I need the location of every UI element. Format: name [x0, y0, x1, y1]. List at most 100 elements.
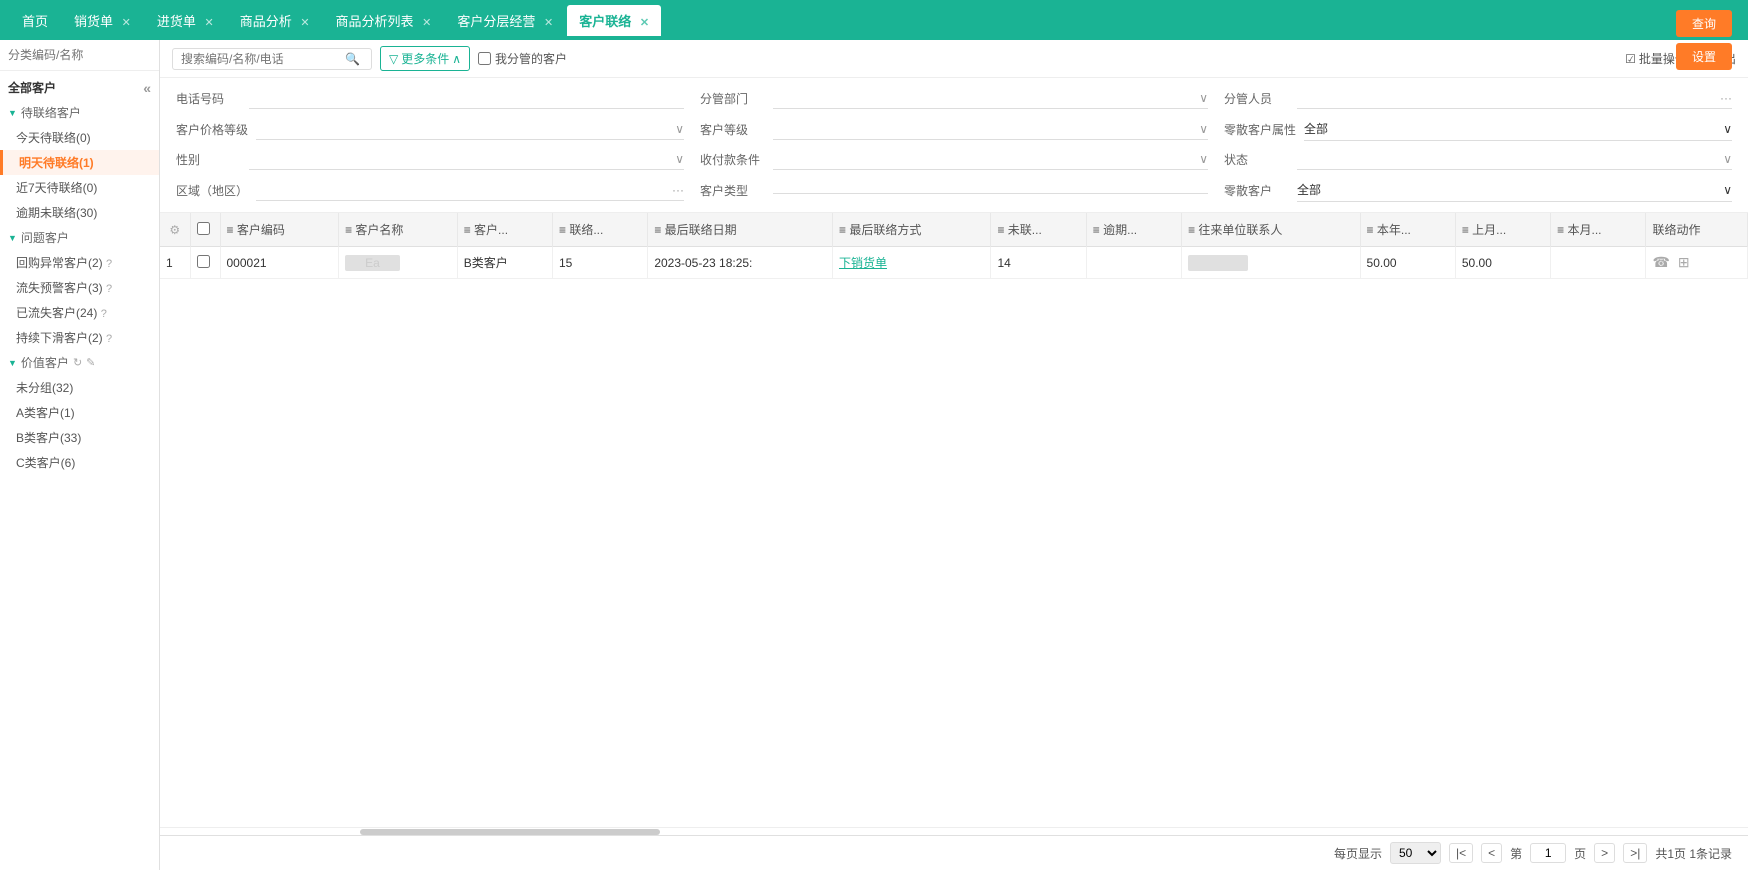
- group-pending-contact[interactable]: 待联络客户: [0, 100, 159, 125]
- sidebar-item-overdue-contact[interactable]: 逾期未联络(30): [0, 200, 159, 225]
- close-icon[interactable]: ✕: [300, 17, 309, 29]
- row-checkbox[interactable]: [197, 255, 210, 268]
- nav-home[interactable]: 首页: [10, 5, 60, 36]
- th-last-contact-date[interactable]: ≡ 最后联络日期: [648, 213, 833, 247]
- page-size-select[interactable]: 50 100 200: [1390, 842, 1441, 864]
- th-checkbox: [190, 213, 220, 247]
- customer-type-select[interactable]: [773, 187, 1208, 194]
- sidebar-collapse-icon[interactable]: «: [143, 80, 151, 96]
- action-phone-icon[interactable]: ☎: [1652, 254, 1669, 271]
- retail-customer-select[interactable]: 全部 ∨: [1297, 178, 1732, 202]
- contact-person-blurred: [1188, 255, 1248, 271]
- sidebar-item-churned[interactable]: 已流失客户(24) ?: [0, 300, 159, 325]
- th-this-month[interactable]: ≡ 本月...: [1551, 213, 1646, 247]
- prev-page-btn[interactable]: <: [1481, 843, 1502, 863]
- close-icon[interactable]: ✕: [122, 17, 131, 29]
- table-footer: 每页显示 50 100 200 |< < 第 页 > >| 共1页 1条记录: [160, 835, 1748, 870]
- th-last-contact-method[interactable]: ≡ 最后联络方式: [832, 213, 990, 247]
- customer-level-select[interactable]: ∨: [773, 119, 1208, 140]
- price-level-select[interactable]: ∨: [256, 119, 684, 140]
- sidebar: 🔍 全部客户 « 待联络客户 今天待联络(0) 明天待联络(1) 近7天待联络(…: [0, 40, 160, 870]
- per-page-label: 每页显示: [1334, 845, 1382, 862]
- customer-name-blurred: Ea: [345, 255, 400, 271]
- page-label: 第: [1510, 845, 1522, 862]
- status-select[interactable]: ∨: [1297, 149, 1732, 170]
- nav-customer-contact[interactable]: 客户联络 ✕: [567, 5, 661, 36]
- close-icon[interactable]: ✕: [640, 17, 649, 29]
- td-code: 000021: [220, 247, 339, 279]
- th-this-year[interactable]: ≡ 本年...: [1360, 213, 1455, 247]
- nav-customer-segmentation[interactable]: 客户分层经营 ✕: [445, 5, 565, 36]
- td-name: Ea: [339, 247, 458, 279]
- sidebar-item-class-b[interactable]: B类客户(33): [0, 425, 159, 450]
- th-action: 联络动作: [1646, 213, 1748, 247]
- settings-button[interactable]: 设置: [1676, 43, 1732, 70]
- sidebar-search-area: 🔍: [0, 40, 159, 71]
- td-this-year: 50.00: [1360, 247, 1455, 279]
- last-contact-method-link[interactable]: 下销货单: [839, 256, 887, 270]
- filter-customer-type: 客户类型: [700, 178, 1208, 202]
- content-area: 🔍 ▽ 更多条件 ∧ 我分管的客户 ☑ 批量操作 ⇑ 导出: [160, 40, 1748, 870]
- sidebar-item-7days-contact[interactable]: 近7天待联络(0): [0, 175, 159, 200]
- td-checkbox: [190, 247, 220, 279]
- th-contact-count[interactable]: ≡ 联络...: [553, 213, 648, 247]
- td-uncontacted: 14: [991, 247, 1086, 279]
- scrollbar-thumb[interactable]: [360, 829, 660, 835]
- region-select[interactable]: ···: [256, 180, 684, 201]
- td-last-month: 50.00: [1455, 247, 1550, 279]
- last-page-btn[interactable]: >|: [1623, 843, 1647, 863]
- sidebar-item-repurchase-abnormal[interactable]: 回购异常客户(2) ?: [0, 250, 159, 275]
- action-icons-wrap: ☎ ⊞: [1652, 254, 1741, 271]
- group-problem-customers[interactable]: 问题客户: [0, 225, 159, 250]
- retail-attr-select[interactable]: 全部 ∨: [1304, 117, 1732, 141]
- sidebar-search-input[interactable]: [8, 48, 160, 62]
- search-icon[interactable]: 🔍: [345, 52, 360, 66]
- th-gear: ⚙: [160, 213, 190, 247]
- th-overdue[interactable]: ≡ 逾期...: [1086, 213, 1181, 247]
- search-input[interactable]: [181, 52, 341, 66]
- gender-select[interactable]: ∨: [249, 149, 684, 170]
- th-last-month[interactable]: ≡ 上月...: [1455, 213, 1550, 247]
- sidebar-item-tomorrow-contact[interactable]: 明天待联络(1): [0, 150, 159, 175]
- more-conditions-btn[interactable]: ▽ 更多条件 ∧: [380, 46, 470, 71]
- nav-product-analysis-list[interactable]: 商品分析列表 ✕: [324, 5, 444, 36]
- th-customer-name[interactable]: ≡ 客户名称: [339, 213, 458, 247]
- filter-gender: 性别 ∨: [176, 149, 684, 170]
- select-all-checkbox[interactable]: [197, 222, 210, 235]
- nav-sales[interactable]: 销货单 ✕: [62, 5, 143, 36]
- th-customer-code[interactable]: ≡ 客户编码: [220, 213, 339, 247]
- phone-input[interactable]: [249, 88, 684, 109]
- group-value-customers[interactable]: 价值客户 ↻✎: [0, 350, 159, 375]
- close-icon[interactable]: ✕: [204, 17, 213, 29]
- next-page-btn[interactable]: >: [1594, 843, 1615, 863]
- nav-purchase[interactable]: 进货单 ✕: [145, 5, 226, 36]
- top-nav: 首页 销货单 ✕ 进货单 ✕ 商品分析 ✕ 商品分析列表 ✕ 客户分层经营 ✕ …: [0, 0, 1748, 40]
- close-icon[interactable]: ✕: [544, 17, 553, 29]
- page-input[interactable]: [1530, 843, 1566, 863]
- sidebar-item-class-c[interactable]: C类客户(6): [0, 450, 159, 475]
- close-icon[interactable]: ✕: [422, 17, 431, 29]
- my-customers-checkbox[interactable]: [478, 52, 491, 65]
- my-customers-checkbox-wrap[interactable]: 我分管的客户: [478, 50, 567, 67]
- action-grid-icon[interactable]: ⊞: [1678, 254, 1690, 271]
- adv-filter-panel: 电话号码 分管部门 ∨ 分管人员 ··· 客户价格等级 ∨ 客户等级 ∨ 零散客…: [160, 78, 1748, 213]
- gear-icon[interactable]: ⚙: [169, 223, 180, 237]
- th-uncontacted[interactable]: ≡ 未联...: [991, 213, 1086, 247]
- first-page-btn[interactable]: |<: [1449, 843, 1473, 863]
- payment-select[interactable]: ∨: [773, 149, 1208, 170]
- person-select[interactable]: ···: [1297, 88, 1732, 109]
- sidebar-item-class-a[interactable]: A类客户(1): [0, 400, 159, 425]
- nav-product-analysis[interactable]: 商品分析 ✕: [228, 5, 322, 36]
- dept-select[interactable]: ∨: [773, 88, 1208, 109]
- sidebar-item-ungrouped[interactable]: 未分组(32): [0, 375, 159, 400]
- horizontal-scrollbar[interactable]: [160, 827, 1748, 835]
- td-seq: 1: [160, 247, 190, 279]
- td-contact-count: 15: [553, 247, 648, 279]
- filter-icon: ▽: [389, 52, 398, 66]
- th-customer-type[interactable]: ≡ 客户...: [457, 213, 552, 247]
- all-customers-label[interactable]: 全部客户 «: [0, 71, 159, 100]
- sidebar-item-declining[interactable]: 持续下滑客户(2) ?: [0, 325, 159, 350]
- th-contact-person[interactable]: ≡ 往来单位联系人: [1182, 213, 1360, 247]
- sidebar-item-today-contact[interactable]: 今天待联络(0): [0, 125, 159, 150]
- sidebar-item-churn-warning[interactable]: 流失预警客户(3) ?: [0, 275, 159, 300]
